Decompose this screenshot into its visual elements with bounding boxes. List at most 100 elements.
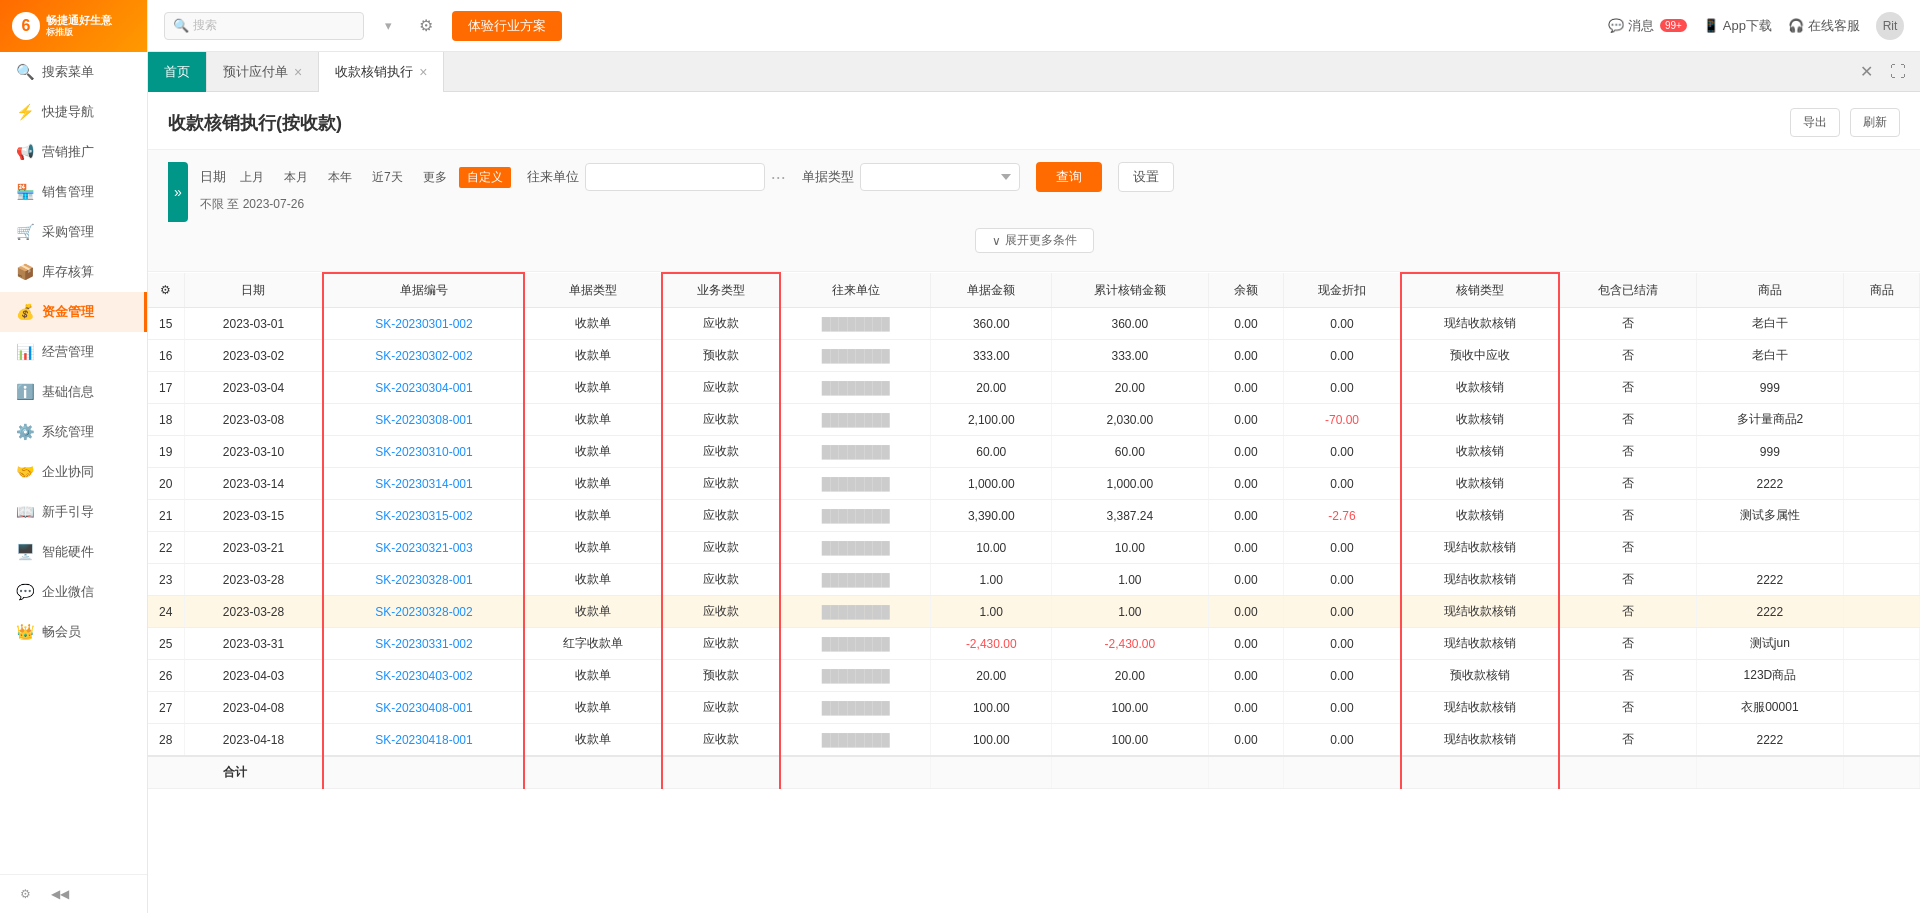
cell-cash-discount: 0.00 bbox=[1284, 532, 1401, 564]
expand-conditions-btn[interactable]: ∨ 展开更多条件 bbox=[975, 228, 1094, 253]
tab-prepay[interactable]: 预计应付单 × bbox=[207, 52, 319, 92]
sidebar-item-finance[interactable]: 💰 资金管理 bbox=[0, 292, 147, 332]
online-service-btn[interactable]: 🎧 在线客服 bbox=[1788, 17, 1860, 35]
cell-voucher-no[interactable]: SK-20230315-002 bbox=[323, 500, 524, 532]
cell-voucher-no[interactable]: SK-20230308-001 bbox=[323, 404, 524, 436]
sidebar-item-marketing[interactable]: 📢 营销推广 bbox=[0, 132, 147, 172]
cell-include-settled: 否 bbox=[1559, 532, 1696, 564]
filter-voucher-type-item: 单据类型 bbox=[802, 163, 1020, 191]
sidebar-item-inventory[interactable]: 📦 库存核算 bbox=[0, 252, 147, 292]
sidebar-item-hardware[interactable]: 🖥️ 智能硬件 bbox=[0, 532, 147, 572]
last-7days-btn[interactable]: 近7天 bbox=[364, 167, 411, 188]
cell-writeoff-type: 收款核销 bbox=[1401, 500, 1559, 532]
cell-balance: 0.00 bbox=[1208, 564, 1284, 596]
cell-voucher-no[interactable]: SK-20230321-003 bbox=[323, 532, 524, 564]
sidebar-item-member[interactable]: 👑 畅会员 bbox=[0, 612, 147, 652]
cell-voucher-no[interactable]: SK-20230331-002 bbox=[323, 628, 524, 660]
this-month-btn[interactable]: 本月 bbox=[276, 167, 316, 188]
tab-writeoff-close[interactable]: × bbox=[419, 64, 427, 80]
custom-date-btn[interactable]: 自定义 bbox=[459, 167, 511, 188]
cell-voucher-no[interactable]: SK-20230310-001 bbox=[323, 436, 524, 468]
cell-include-settled: 否 bbox=[1559, 660, 1696, 692]
cell-voucher-no[interactable]: SK-20230302-002 bbox=[323, 340, 524, 372]
filter-toggle-btn[interactable]: » bbox=[168, 162, 188, 222]
total-writeoff-type bbox=[1401, 756, 1559, 789]
sidebar-item-label: 系统管理 bbox=[42, 423, 94, 441]
cell-biz-type: 预收款 bbox=[662, 340, 780, 372]
cell-voucher-no[interactable]: SK-20230328-002 bbox=[323, 596, 524, 628]
query-button[interactable]: 查询 bbox=[1036, 162, 1102, 192]
cell-include-settled: 否 bbox=[1559, 692, 1696, 724]
cell-total-writeoff: 60.00 bbox=[1052, 436, 1209, 468]
cell-amount: 1.00 bbox=[931, 596, 1052, 628]
cell-voucher-type: 收款单 bbox=[524, 692, 662, 724]
refresh-button[interactable]: 刷新 bbox=[1850, 108, 1900, 137]
topbar-dropdown-btn[interactable]: ▾ bbox=[376, 14, 400, 38]
topbar-gear-btn[interactable]: ⚙ bbox=[412, 12, 440, 40]
cell-amount: 333.00 bbox=[931, 340, 1052, 372]
cell-voucher-no[interactable]: SK-20230304-001 bbox=[323, 372, 524, 404]
table-row: 282023-04-18SK-20230418-001收款单应收款███████… bbox=[148, 724, 1920, 757]
user-avatar[interactable]: Rit bbox=[1876, 12, 1904, 40]
sidebar-item-guide[interactable]: 📖 新手引导 bbox=[0, 492, 147, 532]
cell-voucher-type: 收款单 bbox=[524, 468, 662, 500]
sidebar-item-purchase[interactable]: 🛒 采购管理 bbox=[0, 212, 147, 252]
this-year-btn[interactable]: 本年 bbox=[320, 167, 360, 188]
partner-input[interactable] bbox=[585, 163, 765, 191]
app-download-btn[interactable]: 📱 App下载 bbox=[1703, 17, 1772, 35]
settings-icon: ⚙ bbox=[160, 283, 171, 297]
th-voucher-no: 单据编号 bbox=[323, 273, 524, 308]
sidebar-item-management[interactable]: 📊 经营管理 bbox=[0, 332, 147, 372]
cell-partner: ████████ bbox=[780, 532, 931, 564]
cell-product: 999 bbox=[1696, 436, 1844, 468]
tab-writeoff[interactable]: 收款核销执行 × bbox=[319, 52, 444, 92]
sidebar-item-basic[interactable]: ℹ️ 基础信息 bbox=[0, 372, 147, 412]
tab-fullscreen-btn[interactable]: ⛶ bbox=[1884, 58, 1912, 86]
cell-voucher-type: 收款单 bbox=[524, 404, 662, 436]
th-settings[interactable]: ⚙ bbox=[148, 273, 184, 308]
last-month-btn[interactable]: 上月 bbox=[232, 167, 272, 188]
cell-voucher-no[interactable]: SK-20230301-002 bbox=[323, 308, 524, 340]
more-date-btn[interactable]: 更多 bbox=[415, 167, 455, 188]
th-product: 商品 bbox=[1696, 273, 1844, 308]
filter-date-btns: 上月 本月 本年 近7天 更多 自定义 bbox=[232, 167, 511, 188]
sidebar-item-shortcut[interactable]: ⚡ 快捷导航 bbox=[0, 92, 147, 132]
cell-cash-discount: 0.00 bbox=[1284, 660, 1401, 692]
cell-voucher-no[interactable]: SK-20230328-001 bbox=[323, 564, 524, 596]
sidebar-item-collab[interactable]: 🤝 企业协同 bbox=[0, 452, 147, 492]
solution-button[interactable]: 体验行业方案 bbox=[452, 11, 562, 41]
cell-balance: 0.00 bbox=[1208, 404, 1284, 436]
sidebar-item-system[interactable]: ⚙️ 系统管理 bbox=[0, 412, 147, 452]
cell-include-settled: 否 bbox=[1559, 308, 1696, 340]
messages-btn[interactable]: 💬 消息 99+ bbox=[1608, 17, 1687, 35]
sidebar-item-wechat[interactable]: 💬 企业微信 bbox=[0, 572, 147, 612]
tab-close-btn[interactable]: ✕ bbox=[1852, 58, 1880, 86]
tab-home[interactable]: 首页 bbox=[148, 52, 207, 92]
th-total-writeoff: 累计核销金额 bbox=[1052, 273, 1209, 308]
cell-voucher-type: 收款单 bbox=[524, 372, 662, 404]
cell-voucher-no[interactable]: SK-20230403-002 bbox=[323, 660, 524, 692]
th-biz-type: 业务类型 bbox=[662, 273, 780, 308]
box-icon: 📦 bbox=[16, 263, 34, 281]
cell-product: 2222 bbox=[1696, 468, 1844, 500]
export-button[interactable]: 导出 bbox=[1790, 108, 1840, 137]
tab-writeoff-label: 收款核销执行 bbox=[335, 63, 413, 81]
partner-dots: ··· bbox=[771, 167, 786, 188]
sidebar-item-label: 快捷导航 bbox=[42, 103, 94, 121]
cell-writeoff-type: 收款核销 bbox=[1401, 468, 1559, 500]
topbar-search-wrapper[interactable]: 🔍 搜索 bbox=[164, 12, 364, 40]
cell-product2 bbox=[1844, 628, 1920, 660]
sidebar-item-search[interactable]: 🔍 搜索菜单 bbox=[0, 52, 147, 92]
setting-button[interactable]: 设置 bbox=[1118, 162, 1174, 192]
cell-voucher-no[interactable]: SK-20230418-001 bbox=[323, 724, 524, 757]
cell-date: 2023-03-15 bbox=[184, 500, 323, 532]
sidebar-collapse-btn[interactable]: ◀◀ bbox=[43, 883, 77, 905]
cell-voucher-no[interactable]: SK-20230408-001 bbox=[323, 692, 524, 724]
voucher-type-select[interactable] bbox=[860, 163, 1020, 191]
cell-voucher-no[interactable]: SK-20230314-001 bbox=[323, 468, 524, 500]
tab-prepay-close[interactable]: × bbox=[294, 64, 302, 80]
sidebar-item-sales[interactable]: 🏪 销售管理 bbox=[0, 172, 147, 212]
cell-no: 15 bbox=[148, 308, 184, 340]
cell-include-settled: 否 bbox=[1559, 564, 1696, 596]
sidebar-settings-btn[interactable]: ⚙ bbox=[12, 883, 39, 905]
